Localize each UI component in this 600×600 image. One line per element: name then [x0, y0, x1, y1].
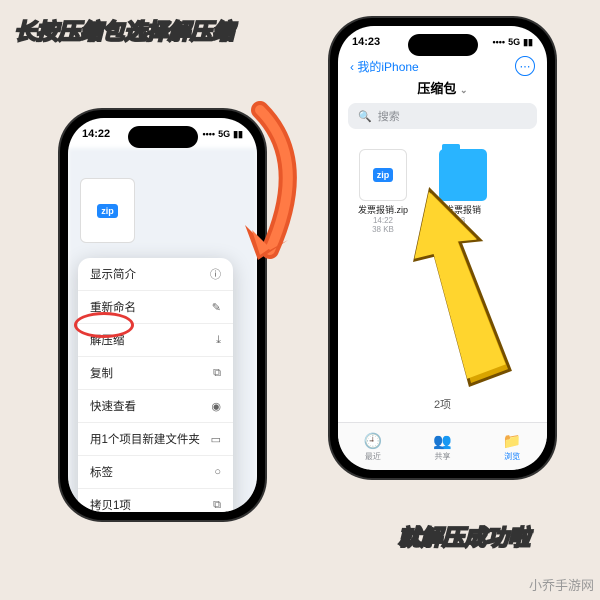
zip-file-preview[interactable]: zip: [80, 178, 135, 243]
phone-right: 14:23 •••• 5G ▮▮ ‹ 我的iPhone ⋯ 压缩包 ⌄ 🔍 搜索…: [330, 18, 555, 478]
menu-item-icon: ⓘ: [210, 266, 221, 282]
network-label: 5G: [218, 129, 230, 139]
file-meta: 14:22 38 KB: [372, 216, 394, 234]
watermark: 小乔手游网: [529, 575, 594, 594]
zip-badge: zip: [97, 204, 118, 218]
zip-icon: zip: [359, 149, 407, 201]
menu-item-label: 标签: [90, 464, 113, 480]
search-input[interactable]: 🔍 搜索: [348, 103, 537, 129]
tab-浏览[interactable]: 📁浏览: [477, 423, 547, 470]
title-text: 压缩包: [417, 81, 456, 96]
menu-item-label: 解压缩: [90, 332, 125, 348]
status-time: 14:23: [352, 36, 380, 48]
tab-最近[interactable]: 🕘最近: [338, 423, 408, 470]
tab-label: 最近: [365, 451, 381, 462]
status-time: 14:22: [82, 128, 110, 140]
item-count: 2项: [338, 396, 547, 412]
status-icons: •••• 5G ▮▮: [202, 129, 243, 140]
tab-bar: 🕘最近👥共享📁浏览: [338, 422, 547, 470]
caption-top-left: 长按压缩包选择解压缩: [14, 14, 234, 46]
context-menu-item[interactable]: 重新命名 ✎: [78, 291, 233, 324]
file-name: 发票报销: [445, 205, 481, 216]
tab-icon: 👥: [433, 432, 452, 450]
page-title: 压缩包 ⌄: [338, 78, 547, 97]
tab-label: 浏览: [504, 451, 520, 462]
menu-item-label: 重新命名: [90, 299, 136, 315]
context-menu-item[interactable]: 拷贝1项 ⧉: [78, 489, 233, 512]
menu-item-icon: ○: [214, 466, 221, 478]
context-menu-item[interactable]: 显示简介 ⓘ: [78, 258, 233, 291]
menu-item-icon: ◉: [211, 400, 221, 413]
signal-icon: ••••: [202, 129, 215, 139]
phone-left: 14:22 •••• 5G ▮▮ zip 显示简介 ⓘ 重新命名 ✎ 解压缩 ⤓ 复制 ⧉ 快速…: [60, 110, 265, 520]
tab-icon: 🕘: [363, 432, 382, 450]
tab-label: 共享: [435, 451, 451, 462]
caption-bottom-right: 就解压成功啦: [398, 520, 530, 552]
menu-item-icon: ⧉: [213, 499, 221, 512]
nav-bar: ‹ 我的iPhone ⋯: [338, 52, 547, 80]
menu-item-label: 拷贝1项: [90, 497, 131, 512]
battery-icon: ▮▮: [233, 129, 243, 140]
chevron-down-icon[interactable]: ⌄: [460, 85, 468, 95]
tab-icon: 📁: [503, 432, 522, 450]
back-label: 我的iPhone: [357, 60, 418, 74]
search-icon: 🔍: [358, 110, 372, 123]
file-item[interactable]: 发票报销3: [434, 149, 492, 234]
menu-item-label: 复制: [90, 365, 113, 381]
context-menu-item[interactable]: 快速查看 ◉: [78, 390, 233, 423]
context-menu-item[interactable]: 解压缩 ⤓: [78, 324, 233, 357]
tab-共享[interactable]: 👥共享: [408, 423, 478, 470]
file-item[interactable]: zip 发票报销.zip14:22 38 KB: [354, 149, 412, 234]
context-menu-item[interactable]: 复制 ⧉: [78, 357, 233, 390]
file-meta: 3: [461, 216, 465, 225]
search-placeholder: 搜索: [378, 108, 400, 124]
notch: [128, 126, 198, 148]
back-button[interactable]: ‹ 我的iPhone: [350, 58, 419, 75]
context-menu: 显示简介 ⓘ 重新命名 ✎ 解压缩 ⤓ 复制 ⧉ 快速查看 ◉ 用1个项目新建文件夹 ▭ 标签 ○ 拷贝1项…: [78, 258, 233, 512]
menu-item-label: 快速查看: [90, 398, 136, 414]
signal-icon: ••••: [492, 37, 505, 47]
menu-item-icon: ▭: [211, 433, 221, 446]
context-menu-item[interactable]: 用1个项目新建文件夹 ▭: [78, 423, 233, 456]
file-grid: zip 发票报销.zip14:22 38 KB 发票报销3: [338, 135, 547, 248]
ellipsis-icon: ⋯: [520, 60, 531, 73]
menu-item-icon: ⤓: [216, 334, 221, 347]
network-label: 5G: [508, 37, 520, 47]
menu-item-label: 用1个项目新建文件夹: [90, 431, 200, 447]
folder-icon: [439, 149, 487, 201]
status-icons: •••• 5G ▮▮: [492, 37, 533, 48]
menu-item-label: 显示简介: [90, 266, 136, 282]
notch: [408, 34, 478, 56]
file-name: 发票报销.zip: [358, 205, 408, 216]
zip-badge: zip: [373, 168, 394, 182]
menu-item-icon: ⧉: [213, 367, 221, 380]
menu-item-icon: ✎: [212, 301, 221, 314]
more-button[interactable]: ⋯: [515, 56, 535, 76]
context-menu-item[interactable]: 标签 ○: [78, 456, 233, 489]
battery-icon: ▮▮: [523, 37, 533, 48]
